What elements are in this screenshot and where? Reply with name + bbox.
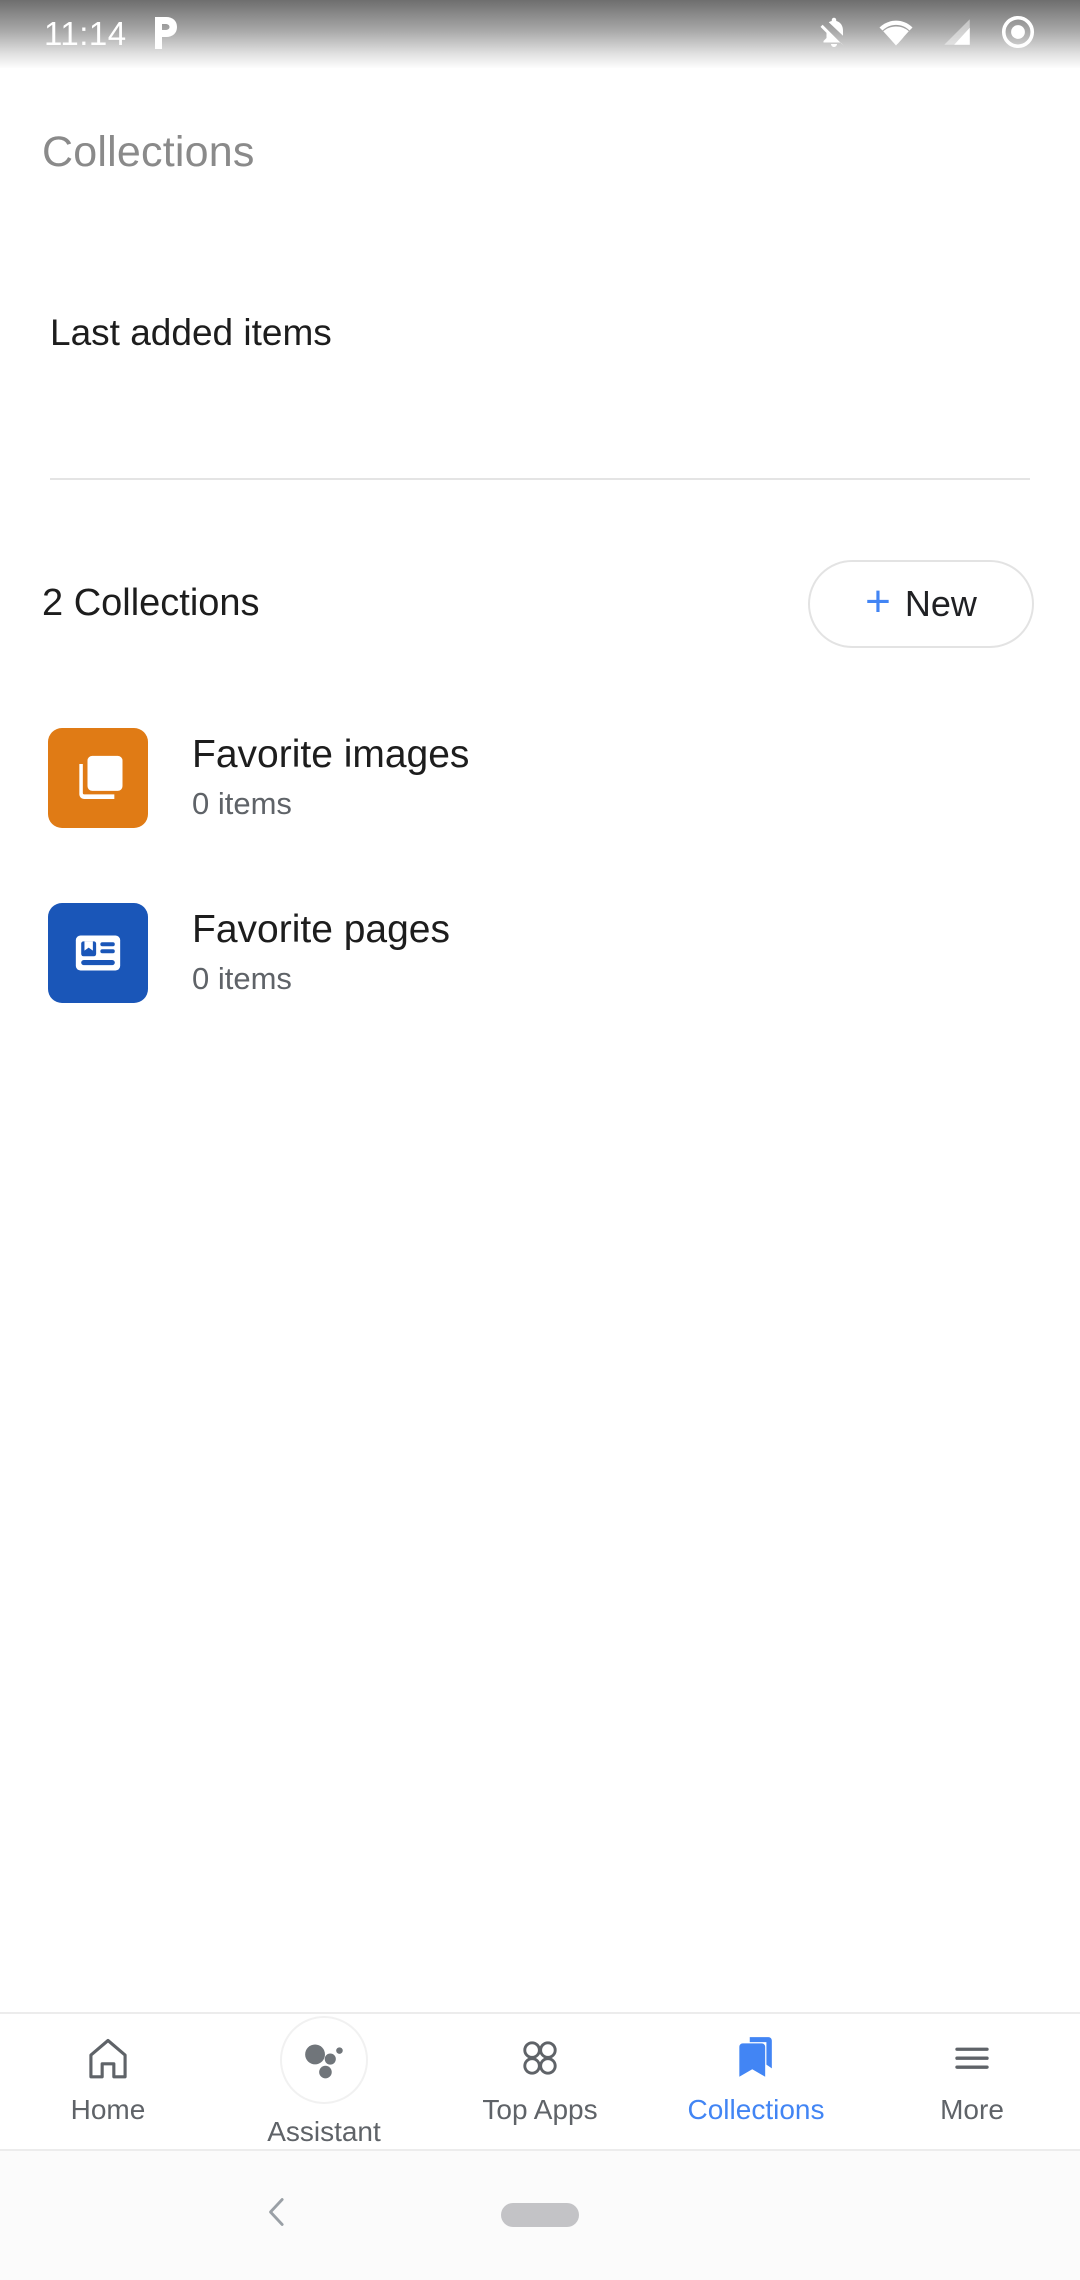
notifications-muted-icon <box>816 14 852 55</box>
list-item-title: Favorite images <box>192 733 470 776</box>
app-screen: 11:14 Collections Last added items 2 Col… <box>0 0 1080 2280</box>
back-chevron-icon[interactable] <box>258 2192 298 2237</box>
nav-label-home: Home <box>70 2094 146 2125</box>
list-item-subtitle: 0 items <box>192 786 292 821</box>
plus-icon: + <box>865 577 891 626</box>
nav-item-home[interactable]: Home <box>0 2014 216 2126</box>
last-added-items-title: Last added items <box>50 312 332 353</box>
pocketcasts-p-icon <box>149 15 179 54</box>
collections-count-row: 2 Collections + New <box>0 560 1080 670</box>
home-icon <box>83 2032 133 2084</box>
list-item-text: Favorite images 0 items <box>192 733 469 822</box>
nav-item-collections[interactable]: Collections <box>648 2014 864 2126</box>
status-bar-right <box>816 14 1080 55</box>
photo-library-icon <box>48 727 148 828</box>
nav-label-collections: Collections <box>687 2094 825 2125</box>
new-collection-label: New <box>904 583 977 624</box>
record-circle-icon <box>1000 14 1036 55</box>
article-card-icon <box>48 902 148 1003</box>
list-item[interactable]: Favorite pages 0 items <box>0 865 1080 1040</box>
nav-label-more: More <box>940 2094 1004 2125</box>
status-bar-left: 11:14 <box>0 15 179 54</box>
assistant-dots-icon <box>280 2016 368 2104</box>
bottom-navigation-bar: Home Assistant Top Apps Collections More <box>0 2012 1080 2162</box>
list-item-text: Favorite pages 0 items <box>192 908 450 997</box>
wifi-icon <box>878 14 914 55</box>
status-bar: 11:14 <box>0 0 1080 68</box>
bookmarks-icon <box>731 2032 781 2084</box>
top-apps-circles-icon <box>515 2032 565 2084</box>
hamburger-menu-icon <box>947 2032 997 2084</box>
nav-item-assistant[interactable]: Assistant <box>216 2014 432 2148</box>
list-item[interactable]: Favorite images 0 items <box>0 690 1080 865</box>
nav-label-top-apps: Top Apps <box>482 2094 598 2125</box>
nav-item-more[interactable]: More <box>864 2014 1080 2126</box>
status-bar-clock: 11:14 <box>44 15 127 52</box>
new-collection-button[interactable]: + New <box>808 560 1034 648</box>
list-item-title: Favorite pages <box>192 908 450 951</box>
collections-list: Favorite images 0 items Favorite pages 0… <box>0 690 1080 1040</box>
collections-count-label: 2 Collections <box>42 582 260 624</box>
home-pill-icon[interactable] <box>501 2202 579 2227</box>
nav-item-top-apps[interactable]: Top Apps <box>432 2014 648 2126</box>
cellular-signal-icon <box>940 15 974 54</box>
nav-label-assistant: Assistant <box>267 2116 381 2147</box>
section-divider <box>50 478 1030 480</box>
system-navigation-bar <box>0 2149 1080 2280</box>
list-item-subtitle: 0 items <box>192 961 292 996</box>
page-title: Collections <box>42 128 255 176</box>
